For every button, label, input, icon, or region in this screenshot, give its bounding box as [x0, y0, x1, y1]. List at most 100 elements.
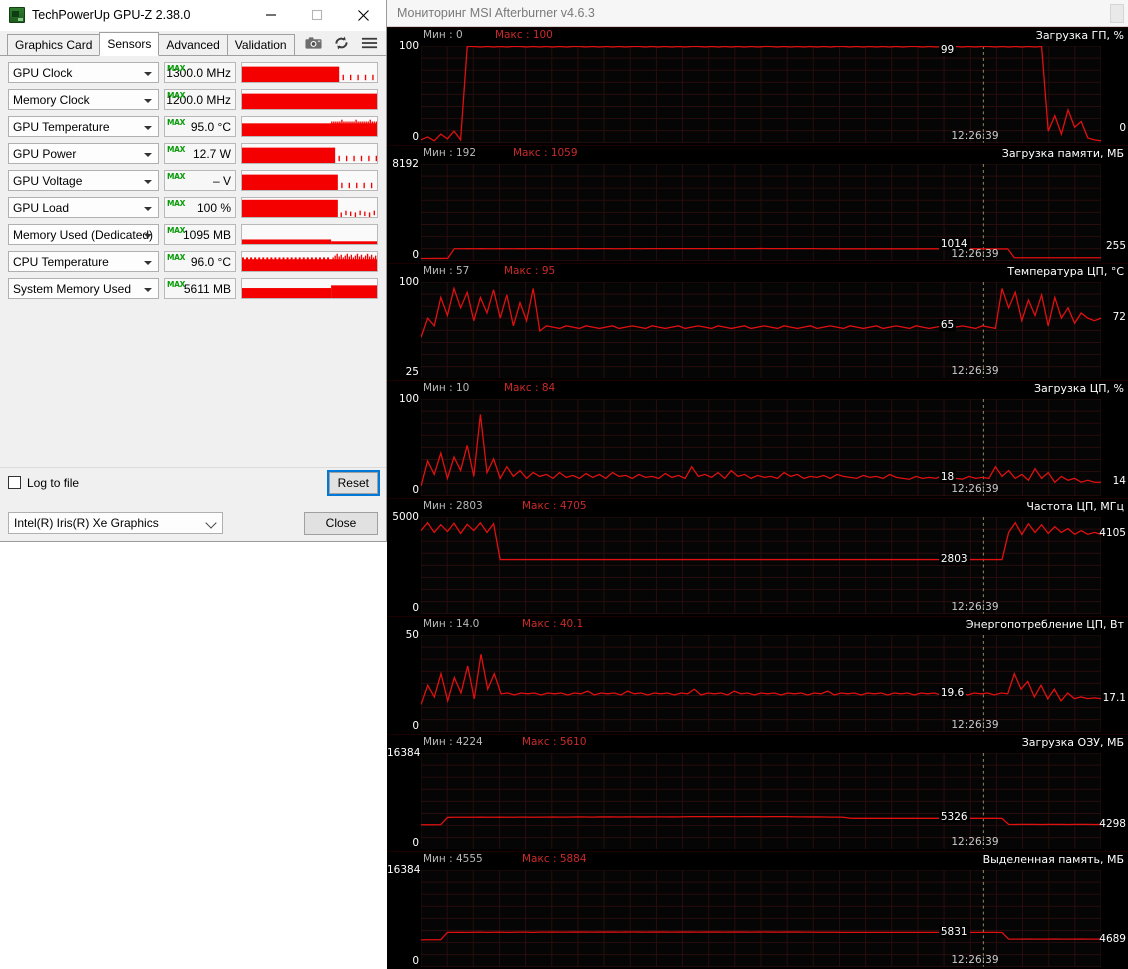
log-to-file-checkbox[interactable] [8, 476, 21, 489]
gpu-card-icon [9, 7, 25, 23]
sensor-value-text: 96.0 °C [190, 254, 231, 269]
graph-series-title: Выделенная память, МБ [982, 853, 1124, 867]
tab-validation[interactable]: Validation [226, 34, 295, 55]
sensor-name: Memory Used (Dedicated) [13, 227, 154, 242]
tab-graphics-card[interactable]: Graphics Card [7, 34, 101, 55]
graph-axis-min: 0 [412, 719, 419, 732]
graph-plot-area[interactable] [421, 752, 1101, 850]
sensor-select-cpu-temperature[interactable]: CPU Temperature [8, 251, 159, 272]
close-dialog-button[interactable]: Close [304, 511, 378, 535]
graph-plot-area[interactable] [421, 281, 1101, 379]
graph-current-value: 19.6 [938, 687, 967, 700]
max-badge: MAX [167, 91, 186, 100]
graph-plot-area[interactable] [421, 634, 1101, 732]
gpu-selector-value: Intel(R) Iris(R) Xe Graphics [14, 516, 159, 530]
sensor-value: MAX 1300.0 MHz [164, 62, 236, 83]
chevron-down-icon [144, 153, 152, 157]
graph-min-label: Мин : 10 [423, 382, 470, 395]
graph-right-value: 4689 [1099, 933, 1126, 946]
graph-min-label: Мин : 0 [423, 29, 463, 41]
sensor-select-system-memory-used[interactable]: System Memory Used [8, 278, 159, 299]
graph-plot-area[interactable] [421, 870, 1101, 967]
minimize-button[interactable] [248, 0, 294, 31]
sensor-sparkline[interactable] [241, 278, 378, 299]
maximize-button[interactable] [294, 0, 340, 31]
graph-axis-max: 8192 [392, 157, 419, 170]
sensor-select-memory-used-dedicated[interactable]: Memory Used (Dedicated) [8, 224, 159, 245]
sensor-row: GPU Voltage MAX – V [8, 170, 378, 191]
graph-current-value: 18 [938, 471, 957, 484]
graph-current-value: 99 [938, 44, 957, 56]
camera-icon[interactable] [305, 35, 322, 51]
graph-panel[interactable]: Мин : 14.0 Макс : 40.1 Энергопотребление Ц… [387, 615, 1128, 734]
sensor-name: System Memory Used [13, 281, 132, 296]
gpu-selector-dropdown[interactable]: Intel(R) Iris(R) Xe Graphics [8, 512, 223, 534]
graph-max-label: Макс : 5610 [522, 735, 587, 748]
window-controls [248, 0, 386, 31]
sensor-sparkline[interactable] [241, 62, 378, 83]
graph-axis-min: 25 [405, 366, 419, 379]
graph-max-label: Макс : 40.1 [522, 617, 584, 630]
tab-sensors[interactable]: Sensors [99, 32, 160, 56]
graph-panel[interactable]: Мин : 4224 Макс : 5610 Загрузка ОЗУ, МБ 163… [387, 733, 1128, 852]
sensor-name: Memory Clock [13, 92, 90, 107]
graph-axis-min: 0 [412, 955, 419, 967]
graph-series-title: Загрузка памяти, МБ [1001, 146, 1124, 160]
graph-panel[interactable]: Мин : 0 Макс : 100 Загрузка ГП, % 100 0 99 0 12… [387, 27, 1128, 145]
sensor-value: MAX 12.7 W [164, 143, 236, 164]
sensor-name: CPU Temperature [13, 254, 109, 269]
sensor-select-gpu-temperature[interactable]: GPU Temperature [8, 116, 159, 137]
graph-plot-area[interactable] [421, 163, 1101, 261]
tab-advanced[interactable]: Advanced [158, 34, 228, 55]
sensor-select-gpu-voltage[interactable]: GPU Voltage [8, 170, 159, 191]
chevron-down-icon [144, 99, 152, 103]
graph-panel[interactable]: Мин : 57 Макс : 95 Температура ЦП, °C 100 25… [387, 262, 1128, 381]
sensor-sparkline[interactable] [241, 116, 378, 137]
graph-timestamp: 12:26:39 [951, 718, 999, 731]
sensor-name: GPU Load [13, 200, 70, 215]
graph-axis-min: 0 [412, 484, 419, 496]
graph-axis-min: 0 [412, 248, 419, 261]
sensor-row: Memory Clock MAX 1200.0 MHz [8, 89, 378, 110]
graph-max-label: Макс : 4705 [522, 500, 587, 512]
graph-plot-area[interactable] [421, 399, 1101, 496]
sensor-select-gpu-clock[interactable]: GPU Clock [8, 62, 159, 83]
graph-plot-area[interactable] [421, 517, 1101, 614]
graph-panel[interactable]: Мин : 4555 Макс : 5884 Выделенная память, … [387, 851, 1128, 969]
tab-label: Sensors [107, 37, 152, 51]
graph-panel[interactable]: Мин : 2803 Макс : 4705 Частота ЦП, МГц 5000… [387, 498, 1128, 616]
max-badge: MAX [167, 226, 186, 235]
sensor-sparkline[interactable] [241, 224, 378, 245]
graph-timestamp: 12:26:39 [951, 483, 999, 495]
graph-right-value: 72 [1112, 310, 1126, 323]
afterburner-monitoring-window: Мониторинг MSI Afterburner v4.6.3 Мин : … [387, 0, 1128, 969]
graph-series-title: Загрузка ГП, % [1035, 29, 1124, 42]
sensor-row: GPU Temperature MAX 95.0 °C [8, 116, 378, 137]
hamburger-menu-icon[interactable] [361, 35, 378, 51]
graph-min-label: Мин : 14.0 [423, 617, 480, 630]
graph-axis-max: 16384 [387, 864, 421, 877]
header-corner-box [1110, 4, 1124, 23]
close-button[interactable] [340, 0, 386, 31]
chevron-down-icon [144, 261, 152, 265]
sensor-sparkline[interactable] [241, 170, 378, 191]
graph-panel[interactable]: Мин : 192 Макс : 1059 Загрузка памяти, МБ 8… [387, 144, 1128, 263]
sensor-sparkline[interactable] [241, 251, 378, 272]
sensor-value-text: – V [212, 173, 231, 188]
sensor-sparkline[interactable] [241, 197, 378, 218]
graph-right-value: 0 [1119, 121, 1126, 134]
sensor-select-memory-clock[interactable]: Memory Clock [8, 89, 159, 110]
graph-plot-area[interactable] [421, 46, 1101, 143]
chevron-down-icon [144, 180, 152, 184]
reset-button[interactable]: Reset [326, 469, 381, 496]
sensor-sparkline[interactable] [241, 89, 378, 110]
sensor-select-gpu-load[interactable]: GPU Load [8, 197, 159, 218]
sensor-row: Memory Used (Dedicated) MAX 1095 MB [8, 224, 378, 245]
graph-panel[interactable]: Мин : 10 Макс : 84 Загрузка ЦП, % 100 0 18 14 1… [387, 380, 1128, 498]
sensor-sparkline[interactable] [241, 143, 378, 164]
chevron-down-icon [144, 288, 152, 292]
max-badge: MAX [167, 172, 186, 181]
sensor-select-gpu-power[interactable]: GPU Power [8, 143, 159, 164]
graph-right-value: 4298 [1099, 817, 1126, 830]
refresh-icon[interactable] [333, 35, 350, 51]
